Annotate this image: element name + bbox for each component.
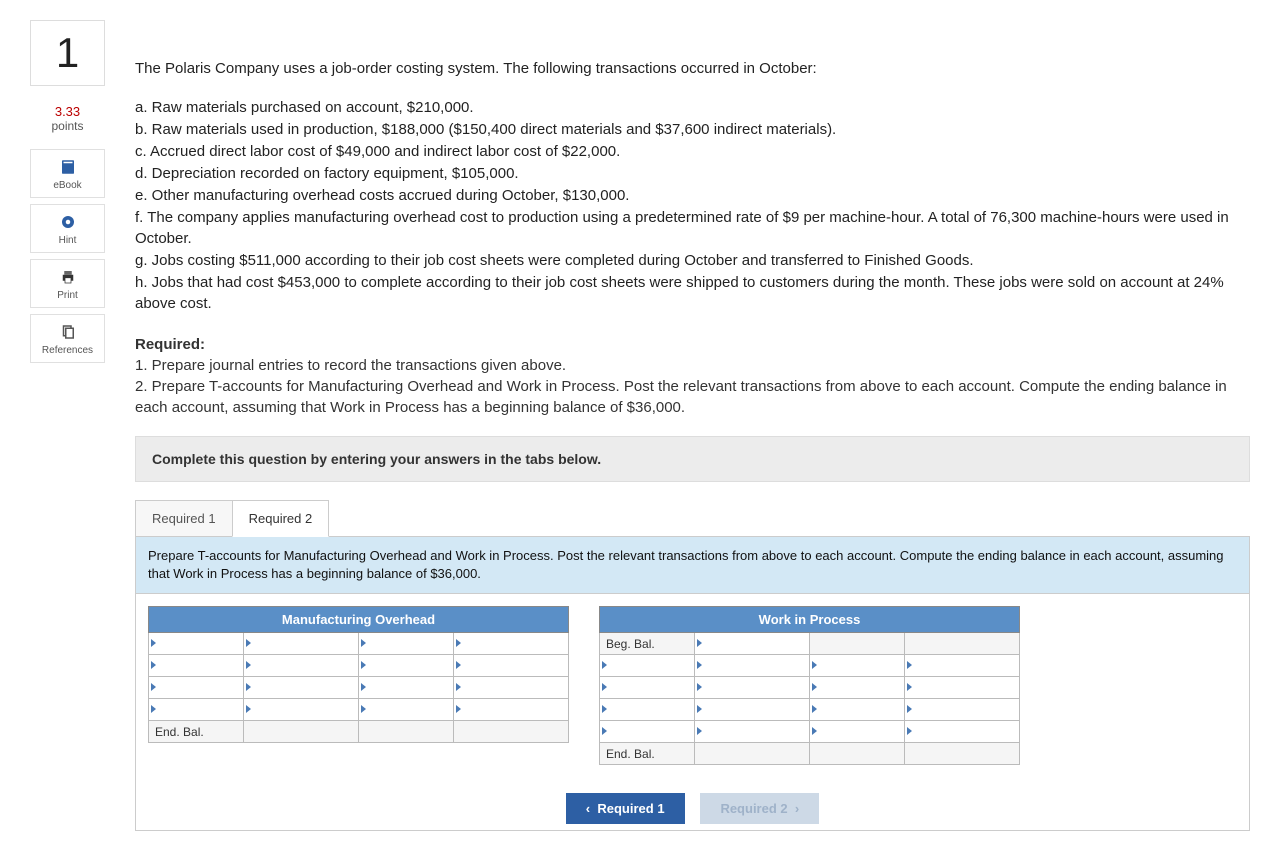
wip-cell[interactable] bbox=[695, 633, 810, 655]
moh-cell[interactable] bbox=[244, 699, 359, 721]
tabs-row: Required 1 Required 2 bbox=[135, 500, 1250, 537]
wip-cell[interactable] bbox=[905, 655, 1020, 677]
moh-cell[interactable] bbox=[359, 677, 454, 699]
tx-c: c. Accrued direct labor cost of $49,000 … bbox=[135, 141, 1250, 162]
wip-cell[interactable] bbox=[905, 677, 1020, 699]
references-label: References bbox=[42, 345, 93, 356]
wip-end-bal-label: End. Bal. bbox=[600, 743, 695, 765]
moh-cell[interactable] bbox=[244, 655, 359, 677]
wip-cell[interactable] bbox=[695, 677, 810, 699]
question-number-box: 1 bbox=[30, 20, 105, 86]
tab-required-1[interactable]: Required 1 bbox=[135, 500, 233, 537]
ebook-label: eBook bbox=[53, 180, 81, 191]
tx-h: h. Jobs that had cost $453,000 to comple… bbox=[135, 272, 1250, 314]
print-label: Print bbox=[57, 290, 78, 301]
required-2: 2. Prepare T-accounts for Manufacturing … bbox=[135, 378, 1227, 416]
prev-tab-button[interactable]: ‹ Required 1 bbox=[566, 793, 685, 824]
hint-button[interactable]: Hint bbox=[30, 204, 105, 253]
wip-beg-bal-label: Beg. Bal. bbox=[600, 633, 695, 655]
wip-cell[interactable] bbox=[810, 655, 905, 677]
wip-cell[interactable] bbox=[600, 677, 695, 699]
tx-e: e. Other manufacturing overhead costs ac… bbox=[135, 185, 1250, 206]
tx-b: b. Raw materials used in production, $18… bbox=[135, 119, 1250, 140]
next-tab-button[interactable]: Required 2 › bbox=[700, 793, 819, 824]
moh-blank bbox=[359, 721, 454, 743]
next-tab-label: Required 2 bbox=[720, 801, 787, 816]
ebook-button[interactable]: eBook bbox=[30, 149, 105, 198]
chevron-left-icon: ‹ bbox=[586, 801, 590, 816]
moh-cell[interactable] bbox=[454, 677, 569, 699]
moh-cell[interactable] bbox=[359, 699, 454, 721]
wip-end-bal-dr[interactable] bbox=[695, 743, 810, 765]
moh-end-bal-label: End. Bal. bbox=[149, 721, 244, 743]
wip-cell[interactable] bbox=[695, 655, 810, 677]
moh-cell[interactable] bbox=[244, 633, 359, 655]
tx-f: f. The company applies manufacturing ove… bbox=[135, 207, 1250, 249]
moh-cell[interactable] bbox=[149, 633, 244, 655]
tx-d: d. Depreciation recorded on factory equi… bbox=[135, 163, 1250, 184]
wip-cell[interactable] bbox=[695, 721, 810, 743]
moh-cell[interactable] bbox=[454, 699, 569, 721]
instruction-banner: Complete this question by entering your … bbox=[135, 436, 1250, 482]
hint-label: Hint bbox=[59, 235, 77, 246]
tab-prompt: Prepare T-accounts for Manufacturing Ove… bbox=[136, 537, 1249, 594]
wip-cell[interactable] bbox=[810, 721, 905, 743]
required-1: 1. Prepare journal entries to record the… bbox=[135, 357, 566, 374]
print-icon bbox=[59, 268, 77, 286]
wip-title: Work in Process bbox=[600, 607, 1020, 633]
print-button[interactable]: Print bbox=[30, 259, 105, 308]
wip-blank bbox=[810, 633, 905, 655]
moh-cell[interactable] bbox=[359, 633, 454, 655]
moh-cell[interactable] bbox=[149, 655, 244, 677]
references-button[interactable]: References bbox=[30, 314, 105, 363]
tx-g: g. Jobs costing $511,000 according to th… bbox=[135, 250, 1250, 271]
moh-cell[interactable] bbox=[244, 677, 359, 699]
tab-required-2[interactable]: Required 2 bbox=[232, 500, 330, 537]
book-icon bbox=[59, 158, 77, 176]
wip-cell[interactable] bbox=[600, 699, 695, 721]
intro-text: The Polaris Company uses a job-order cos… bbox=[135, 60, 1250, 77]
wip-end-bal-cr[interactable] bbox=[905, 743, 1020, 765]
wip-cell[interactable] bbox=[695, 699, 810, 721]
moh-cell[interactable] bbox=[359, 655, 454, 677]
points-block: 3.33 points bbox=[30, 104, 105, 133]
wip-cell[interactable] bbox=[810, 677, 905, 699]
moh-t-account: Manufacturing Overhead End. Bal. bbox=[148, 606, 569, 765]
wip-cell[interactable] bbox=[810, 699, 905, 721]
copy-icon bbox=[59, 323, 77, 341]
points-label: points bbox=[51, 119, 83, 133]
required-heading: Required: bbox=[135, 336, 205, 353]
tx-a: a. Raw materials purchased on account, $… bbox=[135, 97, 1250, 118]
wip-t-account: Work in Process Beg. Bal. End. Bal. bbox=[599, 606, 1020, 765]
moh-end-bal-cr[interactable] bbox=[454, 721, 569, 743]
hint-icon bbox=[59, 213, 77, 231]
moh-end-bal-dr[interactable] bbox=[244, 721, 359, 743]
required-block: Required: 1. Prepare journal entries to … bbox=[135, 334, 1250, 418]
moh-title: Manufacturing Overhead bbox=[149, 607, 569, 633]
wip-cell[interactable] bbox=[905, 699, 1020, 721]
prev-tab-label: Required 1 bbox=[597, 801, 664, 816]
moh-cell[interactable] bbox=[454, 655, 569, 677]
moh-cell[interactable] bbox=[149, 699, 244, 721]
chevron-right-icon: › bbox=[795, 801, 799, 816]
wip-blank bbox=[810, 743, 905, 765]
moh-cell[interactable] bbox=[454, 633, 569, 655]
wip-cell[interactable] bbox=[600, 721, 695, 743]
wip-blank bbox=[905, 633, 1020, 655]
moh-cell[interactable] bbox=[149, 677, 244, 699]
wip-cell[interactable] bbox=[905, 721, 1020, 743]
points-value: 3.33 bbox=[55, 104, 80, 119]
wip-cell[interactable] bbox=[600, 655, 695, 677]
transaction-list: a. Raw materials purchased on account, $… bbox=[135, 97, 1250, 314]
tab-content: Prepare T-accounts for Manufacturing Ove… bbox=[135, 536, 1250, 831]
